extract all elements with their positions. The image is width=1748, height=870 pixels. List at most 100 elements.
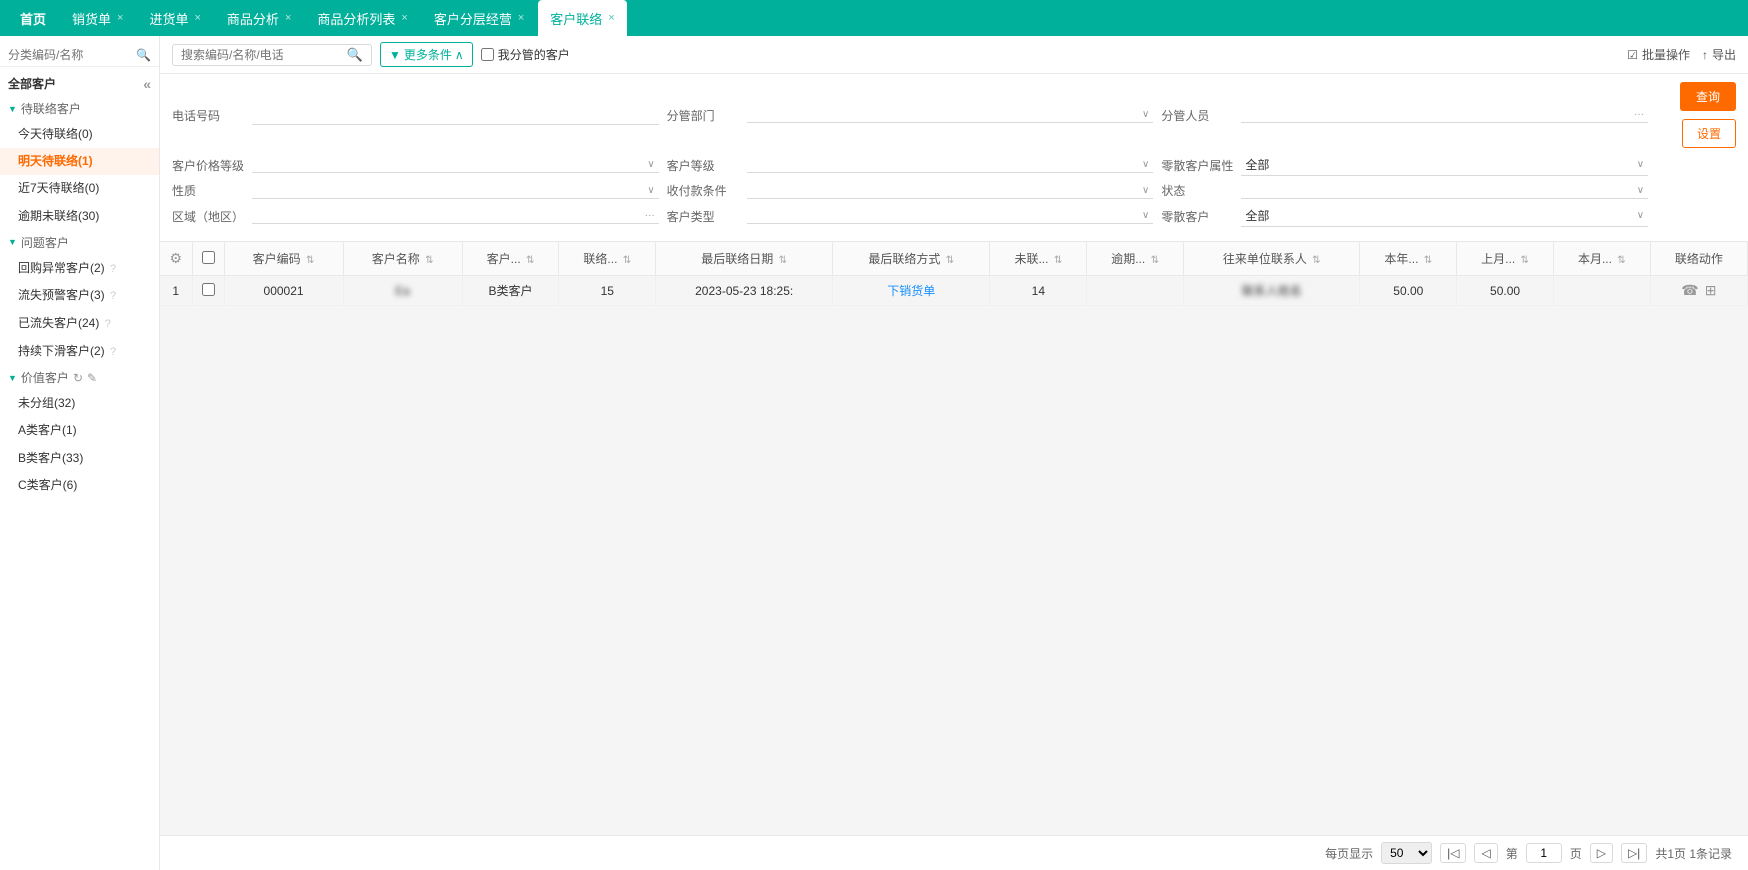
search-button[interactable]: 🔍 bbox=[347, 47, 363, 63]
td-checkbox[interactable] bbox=[192, 276, 224, 306]
group-pending-contact[interactable]: 待联络客户 bbox=[0, 96, 159, 121]
filter-manager-select[interactable]: ··· bbox=[1241, 107, 1648, 123]
sidebar-item-typeB[interactable]: B类客户(33) bbox=[0, 445, 159, 472]
nav-close-purchase[interactable]: × bbox=[194, 12, 200, 24]
filter-phone-label: 电话号码 bbox=[172, 107, 252, 124]
sidebar-item-abnormal[interactable]: 回购异常客户(2) ? bbox=[0, 255, 159, 283]
th-last-month[interactable]: 上月... ⇅ bbox=[1457, 242, 1554, 276]
sidebar-search-input[interactable] bbox=[8, 48, 136, 62]
value-customers-edit[interactable]: ✎ bbox=[87, 371, 97, 385]
value-customers-refresh[interactable]: ↻ bbox=[73, 371, 83, 385]
th-overdue[interactable]: 逾期... ⇅ bbox=[1087, 242, 1184, 276]
filter-phone-input[interactable] bbox=[252, 106, 659, 125]
sort-icon-date[interactable]: ⇅ bbox=[779, 255, 787, 266]
sidebar-item-lost[interactable]: 已流失客户(24) ? bbox=[0, 310, 159, 338]
th-last-method[interactable]: 最后联络方式 ⇅ bbox=[833, 242, 990, 276]
th-contact-person[interactable]: 往来单位联系人 ⇅ bbox=[1183, 242, 1359, 276]
sidebar-item-typeA[interactable]: A类客户(1) bbox=[0, 417, 159, 444]
filter-region-select[interactable]: ··· bbox=[252, 208, 659, 224]
prev-page-button[interactable]: ◁ bbox=[1474, 843, 1497, 863]
chevron-down-icon-status: ∨ bbox=[1637, 185, 1644, 196]
row-checkbox[interactable] bbox=[202, 283, 215, 296]
filter-payment-select[interactable]: ∨ bbox=[747, 183, 1154, 199]
sort-icon-type[interactable]: ⇅ bbox=[526, 255, 534, 266]
filter-customer-grade-select[interactable]: ∨ bbox=[747, 157, 1154, 173]
sort-icon-contact[interactable]: ⇅ bbox=[623, 255, 631, 266]
nav-purchase[interactable]: 进货单 × bbox=[137, 0, 212, 36]
th-type[interactable]: 客户... ⇅ bbox=[462, 242, 559, 276]
last-page-button[interactable]: ▷| bbox=[1621, 843, 1647, 863]
group-value-customers[interactable]: 价值客户 ↻ ✎ bbox=[0, 365, 159, 390]
sidebar-item-week[interactable]: 近7天待联络(0) bbox=[0, 175, 159, 202]
nav-customer-contact[interactable]: 客户联络 × bbox=[538, 0, 626, 36]
my-customers-checkbox[interactable] bbox=[481, 48, 494, 61]
export-button[interactable]: ↑ 导出 bbox=[1702, 46, 1736, 63]
th-settings[interactable]: ⚙ bbox=[160, 242, 192, 276]
per-page-select[interactable]: 50 100 200 bbox=[1381, 842, 1432, 864]
nav-close-analysis[interactable]: × bbox=[285, 12, 291, 24]
filter-price-grade-select[interactable]: ∨ bbox=[252, 157, 659, 173]
filter-customer-grade-label: 客户等级 bbox=[667, 157, 747, 174]
sidebar-item-overdue[interactable]: 逾期未联络(30) bbox=[0, 203, 159, 230]
my-customers-checkbox-label[interactable]: 我分管的客户 bbox=[481, 46, 570, 63]
filter-retail-attr-select[interactable]: 全部 ∨ bbox=[1241, 154, 1648, 176]
gear-icon[interactable]: ⚙ bbox=[169, 250, 182, 266]
nav-close-analysis-list[interactable]: × bbox=[401, 12, 407, 24]
sort-icon-lmonth[interactable]: ⇅ bbox=[1521, 255, 1529, 266]
phone-action-icon[interactable]: ☎ bbox=[1681, 282, 1698, 299]
filter-customer-type-select[interactable]: ∨ bbox=[747, 208, 1154, 224]
search-input[interactable] bbox=[181, 48, 347, 62]
sidebar-item-warning[interactable]: 流失预警客户(3) ? bbox=[0, 282, 159, 310]
nav-customer-tier[interactable]: 客户分层经营 × bbox=[422, 0, 536, 36]
sidebar-item-tomorrow[interactable]: 明天待联络(1) bbox=[0, 148, 159, 175]
setting-button[interactable]: 设置 bbox=[1682, 119, 1736, 148]
td-overdue bbox=[1087, 276, 1184, 306]
page-num-input[interactable] bbox=[1526, 843, 1562, 863]
th-this-year[interactable]: 本年... ⇅ bbox=[1360, 242, 1457, 276]
th-code[interactable]: 客户编码 ⇅ bbox=[224, 242, 343, 276]
group-problem-customers[interactable]: 问题客户 bbox=[0, 230, 159, 255]
sidebar-item-typeC[interactable]: C类客户(6) bbox=[0, 472, 159, 499]
batch-op-button[interactable]: ☑ 批量操作 bbox=[1627, 46, 1690, 63]
more-filter-button[interactable]: ▼ 更多条件 ∧ bbox=[380, 42, 473, 67]
collapse-icon[interactable]: « bbox=[143, 76, 151, 92]
sidebar-search-icon[interactable]: 🔍 bbox=[136, 48, 151, 62]
sidebar-item-today[interactable]: 今天待联络(0) bbox=[0, 121, 159, 148]
grid-action-icon[interactable]: ⊞ bbox=[1705, 282, 1717, 299]
th-not-contacted[interactable]: 未联... ⇅ bbox=[990, 242, 1087, 276]
th-last-date[interactable]: 最后联络日期 ⇅ bbox=[656, 242, 833, 276]
select-all-checkbox[interactable] bbox=[202, 251, 215, 264]
th-name[interactable]: 客户名称 ⇅ bbox=[343, 242, 462, 276]
filter-status-select[interactable]: ∨ bbox=[1241, 183, 1648, 199]
nav-analysis-list[interactable]: 商品分析列表 × bbox=[305, 0, 419, 36]
sort-icon-method[interactable]: ⇅ bbox=[946, 255, 954, 266]
th-this-month[interactable]: 本月... ⇅ bbox=[1553, 242, 1650, 276]
query-button[interactable]: 查询 bbox=[1680, 82, 1736, 111]
sort-icon-not-contacted[interactable]: ⇅ bbox=[1054, 255, 1062, 266]
sort-icon-tmonth[interactable]: ⇅ bbox=[1617, 255, 1625, 266]
sort-icon-year[interactable]: ⇅ bbox=[1424, 255, 1432, 266]
filter-retail-customer-select[interactable]: 全部 ∨ bbox=[1241, 205, 1648, 227]
filter-dept-select[interactable]: ∨ bbox=[747, 107, 1154, 123]
nav-close-sales[interactable]: × bbox=[117, 12, 123, 24]
th-contact-num[interactable]: 联络... ⇅ bbox=[559, 242, 656, 276]
sort-icon-overdue[interactable]: ⇅ bbox=[1151, 255, 1159, 266]
sort-icon-name[interactable]: ⇅ bbox=[425, 255, 433, 266]
first-page-button[interactable]: |◁ bbox=[1440, 843, 1466, 863]
nav-sales[interactable]: 销货单 × bbox=[60, 0, 135, 36]
filter-status: 状态 ∨ bbox=[1161, 182, 1648, 199]
nav-close-customer-contact[interactable]: × bbox=[608, 12, 614, 24]
all-customers-header[interactable]: 全部客户 « bbox=[0, 71, 159, 96]
sort-icon-code[interactable]: ⇅ bbox=[306, 255, 314, 266]
next-page-button[interactable]: ▷ bbox=[1590, 843, 1613, 863]
td-last-method[interactable]: 下销货单 bbox=[833, 276, 990, 306]
filter-nature-select[interactable]: ∨ bbox=[252, 183, 659, 199]
nav-close-customer-tier[interactable]: × bbox=[518, 12, 524, 24]
sort-icon-person[interactable]: ⇅ bbox=[1312, 255, 1320, 266]
ellipsis-region: ··· bbox=[645, 210, 655, 221]
sidebar-item-declining[interactable]: 持续下滑客户(2) ? bbox=[0, 338, 159, 366]
sidebar-item-ungroup[interactable]: 未分组(32) bbox=[0, 390, 159, 417]
nav-analysis[interactable]: 商品分析 × bbox=[215, 0, 303, 36]
nav-home[interactable]: 首页 bbox=[8, 0, 58, 36]
th-checkbox[interactable] bbox=[192, 242, 224, 276]
